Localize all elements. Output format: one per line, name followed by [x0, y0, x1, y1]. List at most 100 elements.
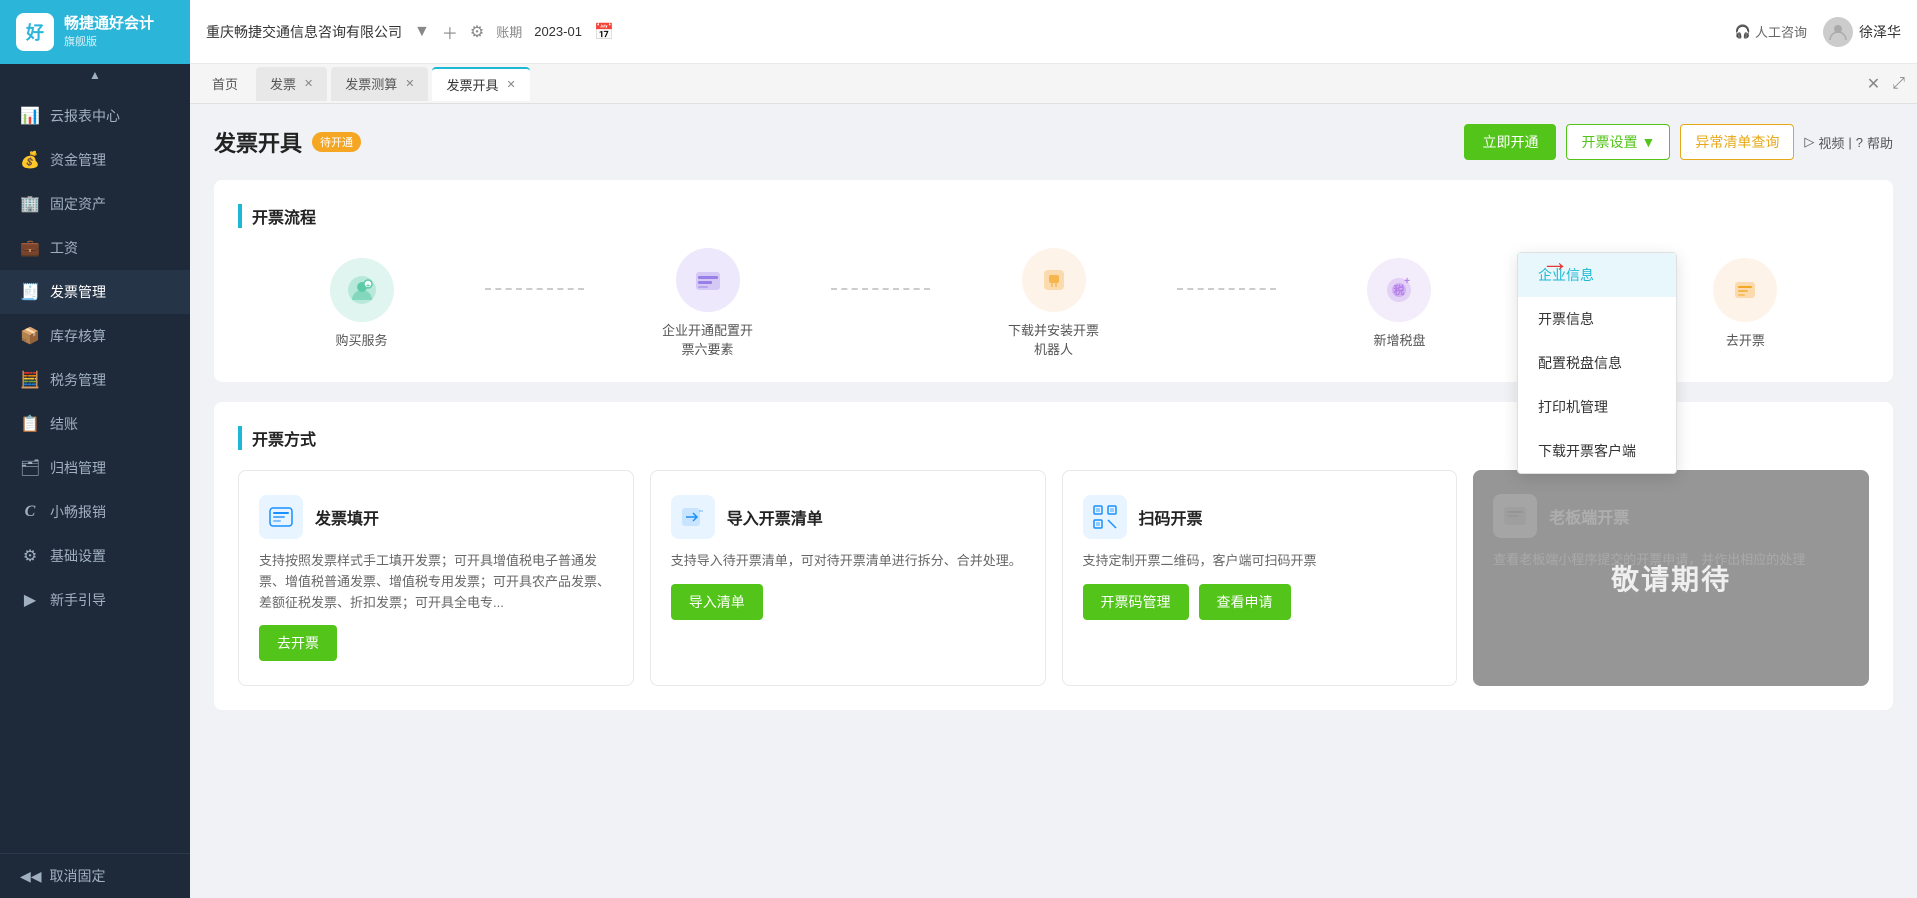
- sidebar-item-label: 归档管理: [50, 458, 106, 478]
- tab-kaigu-close[interactable]: ✕: [507, 78, 516, 91]
- sidebar-item-shuiwu[interactable]: 🧮 税务管理: [0, 358, 190, 402]
- fill-desc: 支持按照发票样式手工填开发票；可开具增值税电子普通发票、增值税普通发票、增值税专…: [259, 551, 613, 613]
- flow-step-2: 企业开通配置开票六要素: [584, 248, 831, 358]
- method-card-fill: 发票填开 支持按照发票样式手工填开发票；可开具增值税电子普通发票、增值税普通发票…: [238, 470, 634, 686]
- pending-text: 敬请期待: [1611, 558, 1731, 598]
- tab-fapiao[interactable]: 发票 ✕: [256, 67, 327, 101]
- company-dropdown-icon[interactable]: ▼: [414, 23, 430, 41]
- page-title-area: 发票开具 待开通: [214, 126, 361, 158]
- tab-fapiao-close[interactable]: ✕: [304, 77, 313, 90]
- sidebar-item-jiezhang[interactable]: 📋 结账: [0, 402, 190, 446]
- sidebar-item-gudingzichan[interactable]: 🏢 固定资产: [0, 182, 190, 226]
- user-area[interactable]: 徐泽华: [1823, 17, 1901, 47]
- sidebar-item-label: 税务管理: [50, 370, 106, 390]
- step-1-label: 购买服务: [336, 330, 388, 349]
- dropdown-printer-label: 打印机管理: [1538, 399, 1608, 415]
- tab-close-button[interactable]: ✕: [1863, 70, 1884, 98]
- sidebar-item-guidang[interactable]: 🗂 归档管理: [0, 446, 190, 490]
- add-company-icon[interactable]: ＋: [442, 20, 458, 44]
- video-help-area: ▷ 视频 | ? 帮助: [1804, 133, 1893, 152]
- headphone-icon: 🎧: [1735, 24, 1751, 40]
- tabs-actions: ✕ ⤢: [1863, 70, 1909, 98]
- step-icon-3: [1022, 248, 1086, 312]
- xinshou-icon: ▶: [20, 590, 40, 610]
- activate-button[interactable]: 立即开通: [1464, 124, 1556, 160]
- flow-section-title: 开票流程: [238, 204, 1869, 228]
- step-4-label: 新增税盘: [1373, 330, 1425, 349]
- gudingzichan-icon: 🏢: [20, 194, 40, 214]
- method-card-scan: 扫码开票 支持定制开票二维码，客户端可扫码开票 开票码管理 查看申请: [1062, 470, 1458, 686]
- dropdown-item-printer[interactable]: 打印机管理: [1518, 385, 1676, 429]
- page-title: 发票开具: [214, 126, 302, 158]
- scan-btn-2[interactable]: 查看申请: [1199, 584, 1291, 620]
- sidebar-footer-cancel[interactable]: ◀◀ 取消固定: [0, 853, 190, 898]
- sidebar-item-xiaochang[interactable]: C 小畅报销: [0, 490, 190, 534]
- help-label[interactable]: 帮助: [1867, 133, 1893, 152]
- chevron-down-icon: ▼: [1641, 134, 1655, 150]
- scan-btn-1[interactable]: 开票码管理: [1083, 584, 1189, 620]
- page-content: 发票开具 待开通 立即开通 开票设置 ▼ 异常清单查询 ▷ 视频 | ? 帮助: [190, 104, 1917, 898]
- gongzi-icon: 💼: [20, 238, 40, 258]
- logo-text-area: 畅捷通好会计 旗舰版: [64, 15, 154, 49]
- sidebar: 好 畅捷通好会计 旗舰版 ▲ 📊 云报表中心 💰 资金管理 🏢 固定资产 💼 工…: [0, 0, 190, 898]
- question-icon: ?: [1856, 135, 1863, 150]
- dropdown-item-invoice-info[interactable]: 开票信息: [1518, 297, 1676, 341]
- settings-icon[interactable]: ⚙: [470, 22, 484, 42]
- period-value: 2023-01: [534, 24, 582, 39]
- import-header: 导入开票清单: [671, 495, 1025, 539]
- footer-label: 取消固定: [50, 866, 106, 886]
- import-btn[interactable]: 导入清单: [671, 584, 763, 620]
- step-connector-3: [1177, 288, 1276, 290]
- sidebar-item-xinshou[interactable]: ▶ 新手引导: [0, 578, 190, 622]
- settings-button[interactable]: 开票设置 ▼: [1566, 124, 1670, 160]
- tab-fapiaocesuai[interactable]: 发票测算 ✕: [331, 67, 428, 101]
- guidang-icon: 🗂: [20, 458, 40, 478]
- sidebar-item-label: 资金管理: [50, 150, 106, 170]
- tab-cesuai-close[interactable]: ✕: [405, 77, 414, 90]
- fill-btn[interactable]: 去开票: [259, 625, 337, 661]
- logo-icon: 好: [16, 13, 54, 51]
- sidebar-item-fapiao[interactable]: 🧾 发票管理: [0, 270, 190, 314]
- import-icon: [671, 495, 715, 539]
- sidebar-item-zijin[interactable]: 💰 资金管理: [0, 138, 190, 182]
- sidebar-item-label: 小畅报销: [50, 502, 106, 522]
- step-2-label: 企业开通配置开票六要素: [658, 320, 758, 358]
- step-5-label: 去开票: [1726, 330, 1765, 349]
- tab-home[interactable]: 首页: [198, 67, 252, 101]
- logo-area: 好 畅捷通好会计 旗舰版: [0, 0, 190, 64]
- flow-step-1: + 购买服务: [238, 258, 485, 349]
- tab-expand-button[interactable]: ⤢: [1888, 70, 1909, 98]
- period-label: 账期: [496, 22, 522, 41]
- video-label[interactable]: 视频: [1818, 133, 1844, 152]
- jichushezhi-icon: ⚙: [20, 546, 40, 566]
- sidebar-item-jichushezhi[interactable]: ⚙ 基础设置: [0, 534, 190, 578]
- sidebar-item-yunbao[interactable]: 📊 云报表中心: [0, 94, 190, 138]
- step-3-label: 下载并安装开票机器人: [1004, 320, 1104, 358]
- sidebar-item-label: 工资: [50, 238, 78, 258]
- sidebar-item-label: 库存核算: [50, 326, 106, 346]
- tab-fapiaokaigu[interactable]: 发票开具 ✕: [432, 67, 529, 101]
- step-icon-2: [676, 248, 740, 312]
- tabs-bar: 首页 发票 ✕ 发票测算 ✕ 发票开具 ✕ ✕ ⤢: [190, 64, 1917, 104]
- calendar-icon[interactable]: 📅: [594, 22, 614, 42]
- sidebar-scroll-up[interactable]: ▲: [0, 64, 190, 86]
- play-icon: ▷: [1804, 134, 1814, 150]
- sidebar-item-kucun[interactable]: 📦 库存核算: [0, 314, 190, 358]
- status-badge: 待开通: [312, 132, 361, 152]
- zijin-icon: 💰: [20, 150, 40, 170]
- fapiao-icon: 🧾: [20, 282, 40, 302]
- abnormal-button[interactable]: 异常清单查询: [1680, 124, 1794, 160]
- scan-title: 扫码开票: [1139, 505, 1203, 529]
- dropdown-invoice-info-label: 开票信息: [1538, 311, 1594, 327]
- sidebar-item-gongzi[interactable]: 💼 工资: [0, 226, 190, 270]
- consult-button[interactable]: 🎧 人工咨询: [1735, 22, 1807, 41]
- dropdown-item-tax-config[interactable]: 配置税盘信息: [1518, 341, 1676, 385]
- boss-disabled-overlay: 敬请期待: [1473, 470, 1869, 686]
- kucun-icon: 📦: [20, 326, 40, 346]
- separator: |: [1848, 135, 1851, 150]
- app-name: 畅捷通好会计: [64, 15, 154, 33]
- import-desc: 支持导入待开票清单，可对待开票清单进行拆分、合并处理。: [671, 551, 1025, 572]
- svg-text:+: +: [366, 283, 370, 290]
- dropdown-item-download-client[interactable]: 下载开票客户端: [1518, 429, 1676, 473]
- xiaochang-icon: C: [20, 503, 40, 521]
